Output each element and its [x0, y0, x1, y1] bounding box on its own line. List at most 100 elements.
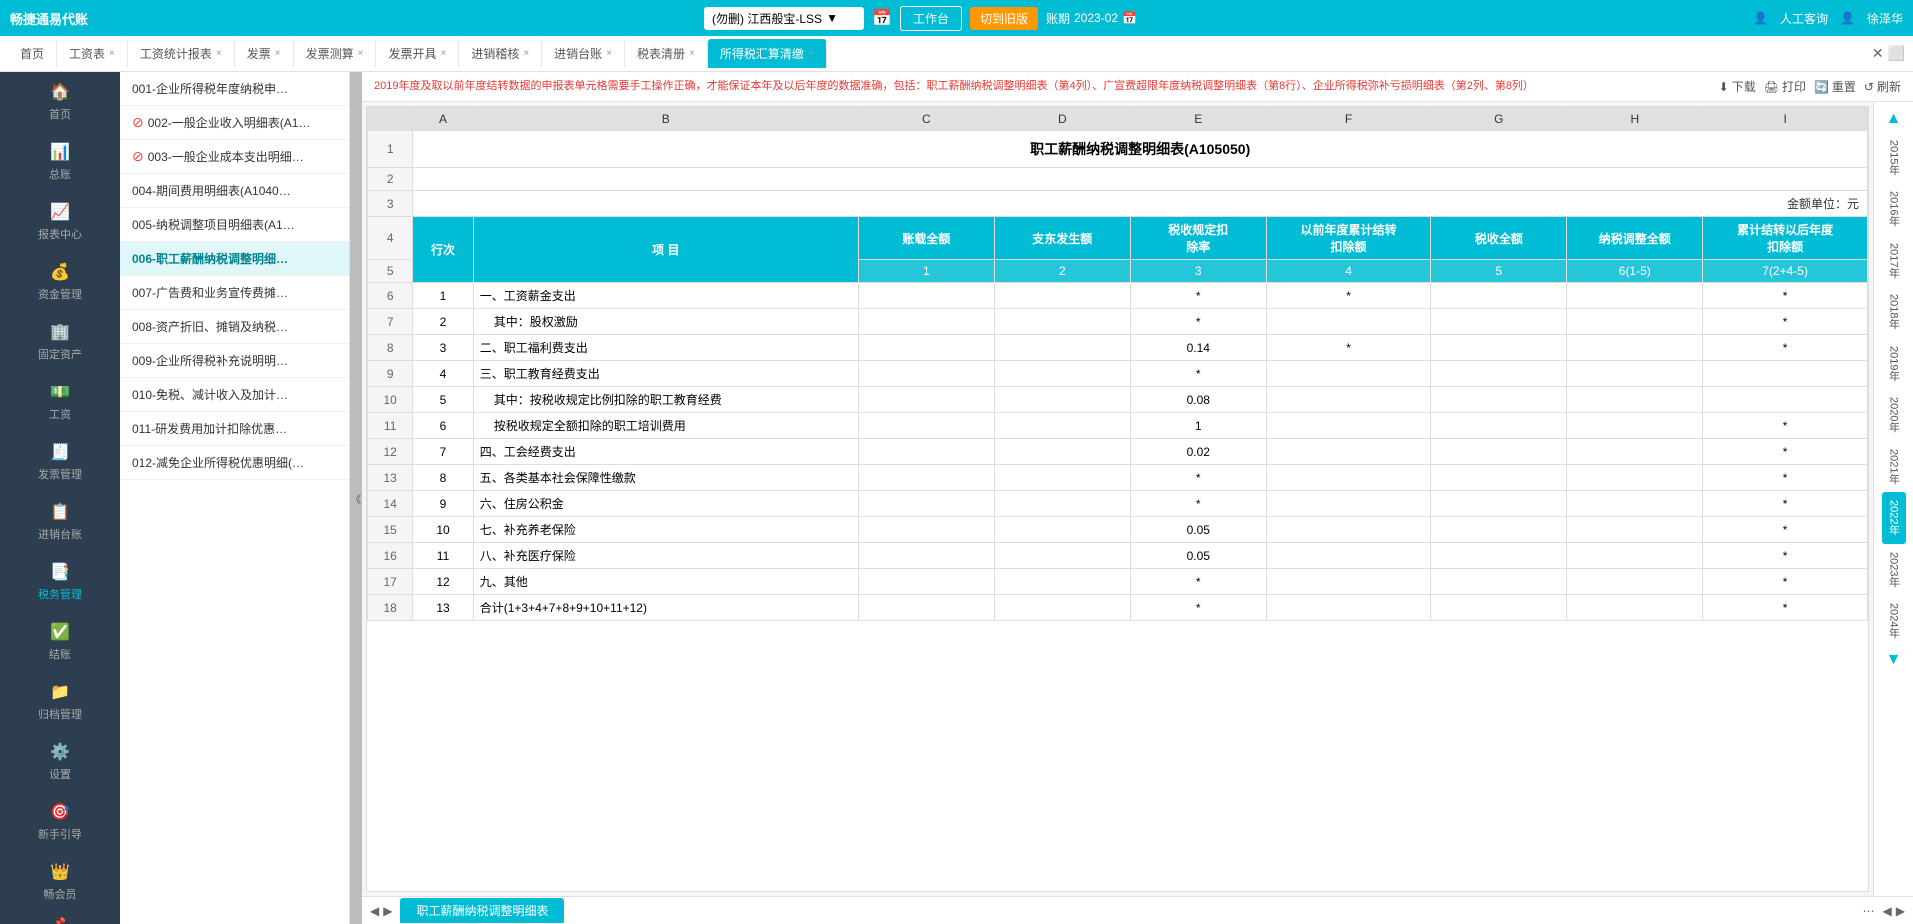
form-009-label: 009-企业所得税补充说明明…	[132, 352, 288, 369]
sub-col-7: 7(2+4-5)	[1703, 260, 1868, 283]
tab-payroll-stats-label: 工资统计报表	[140, 45, 212, 62]
sidebar-item-assets[interactable]: 🏢 固定资产	[0, 312, 120, 372]
tab-sales-ledger[interactable]: 进销台账 ×	[542, 39, 625, 68]
nav-right-icon[interactable]: ▶	[383, 904, 392, 918]
year-2020[interactable]: 2020年	[1882, 389, 1906, 440]
support-label[interactable]: 人工客询	[1780, 10, 1828, 27]
tab-invoice-calc[interactable]: 发票测算 ×	[294, 39, 377, 68]
tab-invoice-calc-close[interactable]: ×	[358, 48, 364, 59]
row-num-12: 12	[368, 439, 413, 465]
sidebar-item-membership[interactable]: 👑 畅会员	[0, 852, 120, 912]
form-012-label: 012-减免企业所得税优惠明细(…	[132, 454, 304, 471]
reset-button[interactable]: 🔄 重置	[1814, 78, 1856, 95]
table-row: 16 11 八、补充医疗保险 0.05 *	[368, 543, 1868, 569]
print-button[interactable]: 🖨 打印	[1764, 78, 1806, 95]
sidebar-item-closing[interactable]: ✅ 结账	[0, 612, 120, 672]
form-item-008[interactable]: 008-资产折旧、摊销及纳税…	[120, 310, 349, 344]
tab-tax-register[interactable]: 税表清册 ×	[625, 39, 708, 68]
col-prev-header: 以前年度累计结转扣除额	[1266, 217, 1431, 260]
year-2018[interactable]: 2018年	[1882, 286, 1906, 337]
form-item-009[interactable]: 009-企业所得税补充说明明…	[120, 344, 349, 378]
year-nav-down[interactable]: ▼	[1882, 647, 1906, 673]
tab-sales-check-close[interactable]: ×	[523, 48, 529, 59]
table-row: 8 3 二、职工福利费支出 0.14 * *	[368, 335, 1868, 361]
table-row: 13 8 五、各类基本社会保障性缴款 * *	[368, 465, 1868, 491]
tab-payroll-stats-close[interactable]: ×	[216, 48, 222, 59]
sidebar-item-reports[interactable]: 📈 报表中心	[0, 192, 120, 252]
table-row: 2	[368, 168, 1868, 191]
tab-payroll[interactable]: 工资表 ×	[57, 39, 128, 68]
form-item-003[interactable]: ⊘ 003-一般企业成本支出明细…	[120, 140, 349, 174]
sidebar-item-settings[interactable]: ⚙️ 设置	[0, 732, 120, 792]
nav-left-icon[interactable]: ◀	[370, 904, 379, 918]
tab-payroll-stats[interactable]: 工资统计报表 ×	[128, 39, 235, 68]
sidebar-item-purchase-sales[interactable]: 📋 进销台账	[0, 492, 120, 552]
sidebar-item-archive[interactable]: 📁 归档管理	[0, 672, 120, 732]
sidebar-item-payroll[interactable]: 💵 工资	[0, 372, 120, 432]
tab-sales-check[interactable]: 进销稽核 ×	[459, 39, 542, 68]
spreadsheet-container[interactable]: A B C D E F G H I	[366, 106, 1869, 892]
sidebar-item-home[interactable]: 🏠 首页	[0, 72, 120, 132]
year-2019[interactable]: 2019年	[1882, 338, 1906, 389]
collapse-toggle[interactable]: 《	[350, 72, 362, 924]
form-item-001[interactable]: 001-企业所得税年度纳税申…	[120, 72, 349, 106]
year-2015[interactable]: 2015年	[1882, 132, 1906, 183]
year-2023[interactable]: 2023年	[1882, 544, 1906, 595]
year-nav-up[interactable]: ▲	[1882, 106, 1906, 132]
form-005-label: 005-纳税调整项目明细表(A1…	[132, 216, 295, 233]
scroll-left-icon[interactable]: ◀	[1883, 904, 1892, 918]
tab-invoice[interactable]: 发票 ×	[235, 39, 294, 68]
tab-income-tax-close[interactable]: ×	[808, 48, 814, 59]
sidebar-ledger-label: 总账	[49, 166, 71, 182]
form-item-011[interactable]: 011-研发费用加计扣除优惠…	[120, 412, 349, 446]
form-010-label: 010-免税、减计收入及加计…	[132, 386, 288, 403]
switch-old-version-button[interactable]: 切到旧版	[970, 7, 1038, 30]
year-2016[interactable]: 2016年	[1882, 183, 1906, 234]
sheet-tab-active[interactable]: 职工薪酬纳税调整明细表	[400, 898, 564, 923]
form-item-012[interactable]: 012-减免企业所得税优惠明细(…	[120, 446, 349, 480]
sidebar-item-funds[interactable]: 💰 资金管理	[0, 252, 120, 312]
more-icon[interactable]: ⋯	[1863, 904, 1875, 918]
sidebar-item-unpin[interactable]: 📌 取消固定	[0, 912, 120, 924]
year-2017[interactable]: 2017年	[1882, 235, 1906, 286]
sidebar-item-general-ledger[interactable]: 📊 总账	[0, 132, 120, 192]
form-item-007[interactable]: 007-广告费和业务宣传费摊…	[120, 276, 349, 310]
col-header-empty	[368, 108, 413, 131]
window-maximize-icon[interactable]: ⬜	[1888, 45, 1905, 62]
main-content: 2019年度及取以前年度结转数据的申报表单元格需要手工操作正确，才能保证本年及以…	[362, 72, 1913, 924]
form-item-005[interactable]: 005-纳税调整项目明细表(A1…	[120, 208, 349, 242]
form-item-010[interactable]: 010-免税、减计收入及加计…	[120, 378, 349, 412]
refresh-button[interactable]: ↺ 刷新	[1864, 78, 1901, 95]
sub-col-5: 5	[1431, 260, 1567, 283]
year-2021[interactable]: 2021年	[1882, 441, 1906, 492]
sidebar-item-invoice-mgmt[interactable]: 🧾 发票管理	[0, 432, 120, 492]
year-2022[interactable]: 2022年	[1882, 492, 1906, 543]
company-selector[interactable]: (勿删) 江西般宝-LSS ▼	[704, 7, 864, 30]
tab-invoice-open[interactable]: 发票开具 ×	[376, 39, 459, 68]
tab-tax-register-close[interactable]: ×	[689, 48, 695, 59]
tab-sales-ledger-close[interactable]: ×	[606, 48, 612, 59]
company-name: (勿删) 江西般宝-LSS	[712, 10, 822, 27]
sidebar-item-tax[interactable]: 📑 税务管理	[0, 552, 120, 612]
tab-payroll-close[interactable]: ×	[109, 48, 115, 59]
guide-icon: 🎯	[50, 802, 70, 822]
row-num-3: 3	[368, 191, 413, 217]
tab-invoice-open-close[interactable]: ×	[440, 48, 446, 59]
tab-income-tax[interactable]: 所得税汇算清缴 ×	[708, 39, 827, 68]
form-item-006[interactable]: 006-职工薪酬纳税调整明细…	[120, 242, 349, 276]
tab-home-label: 首页	[20, 45, 44, 62]
row-num-9: 9	[368, 361, 413, 387]
table-row: 17 12 九、其他 * *	[368, 569, 1868, 595]
tab-home[interactable]: 首页	[8, 39, 57, 68]
window-close-icon[interactable]: ✕	[1872, 45, 1884, 62]
download-button[interactable]: ⬇ 下载	[1719, 78, 1756, 95]
scroll-right-icon[interactable]: ▶	[1896, 904, 1905, 918]
form-item-002[interactable]: ⊘ 002-一般企业收入明细表(A1…	[120, 106, 349, 140]
user-label[interactable]: 徐泽华	[1867, 10, 1903, 27]
year-2024[interactable]: 2024年	[1882, 595, 1906, 646]
form-item-004[interactable]: 004-期间费用明细表(A1040…	[120, 174, 349, 208]
collapse-icon: 《	[351, 491, 361, 506]
workbench-button[interactable]: 工作台	[900, 6, 962, 31]
tab-invoice-close[interactable]: ×	[275, 48, 281, 59]
sidebar-item-guide[interactable]: 🎯 新手引导	[0, 792, 120, 852]
